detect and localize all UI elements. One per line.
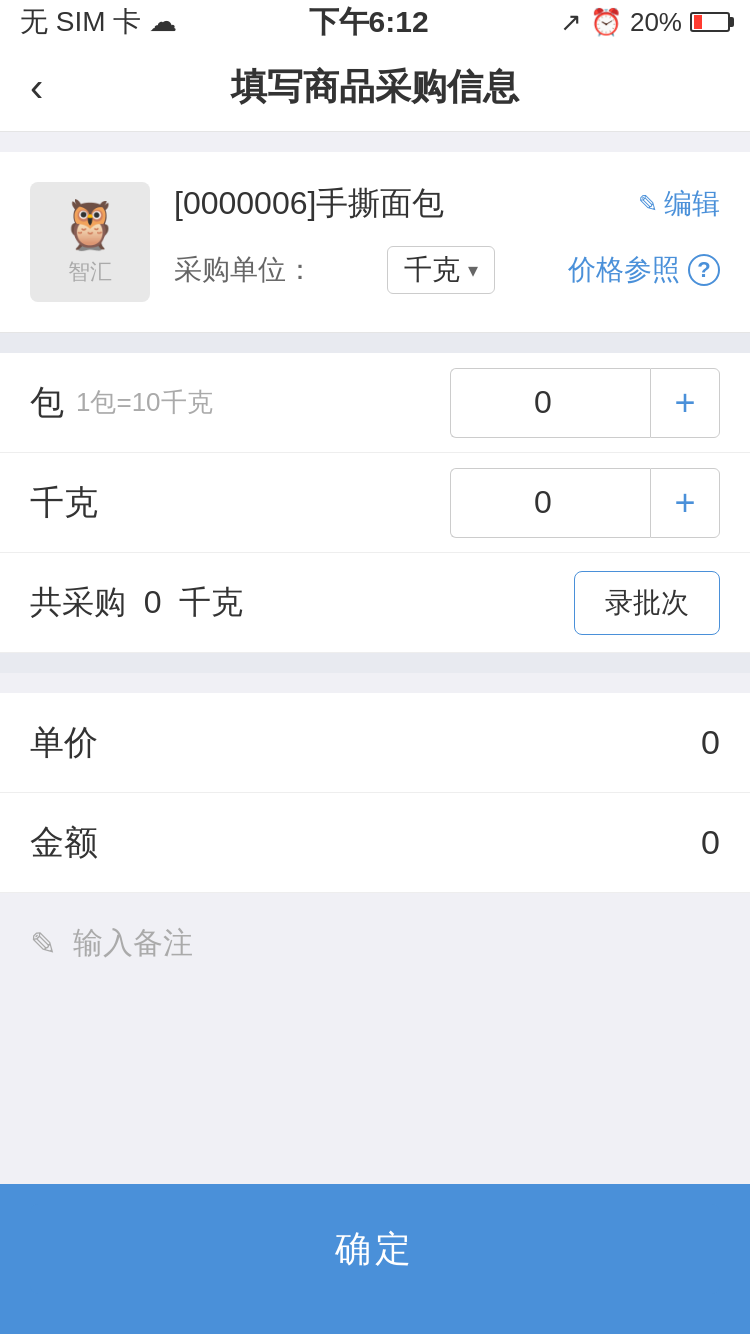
summary-value: 0 (144, 584, 162, 620)
separator-1 (0, 333, 750, 353)
help-icon: ? (688, 254, 720, 286)
batch-record-button[interactable]: 录批次 (574, 571, 720, 635)
price-row: 单价 0 (0, 693, 750, 793)
kg-plus-button[interactable]: + (650, 468, 720, 538)
unit-value: 千克 (404, 251, 460, 289)
bag-plus-button[interactable]: + (650, 368, 720, 438)
bag-hint: 1包=10千克 (76, 385, 213, 420)
bag-input-wrapper: + (450, 368, 720, 438)
bag-quantity-input[interactable] (450, 368, 650, 438)
price-ref-label: 价格参照 (568, 251, 680, 289)
product-name: [0000006]手撕面包 (174, 182, 444, 226)
location-icon: ↗ (560, 7, 582, 38)
edit-icon: ✎ (638, 190, 658, 218)
product-name-row: [0000006]手撕面包 ✎ 编辑 (174, 182, 720, 226)
note-section[interactable]: ✎ 输入备注 (0, 893, 750, 994)
status-right: ↗ ⏰ 20% (560, 7, 730, 38)
product-title: 手撕面包 (316, 185, 444, 221)
kg-label: 千克 (30, 480, 98, 526)
sim-status: 无 SIM 卡 ☁ (20, 3, 177, 41)
edit-button[interactable]: ✎ 编辑 (638, 185, 720, 223)
product-image-label: 智汇 (68, 257, 112, 287)
battery-tip (730, 17, 734, 27)
price-reference-button[interactable]: 价格参照 ? (568, 251, 720, 289)
status-time: 下午6:12 (309, 2, 429, 43)
summary-text: 共采购 0 千克 (30, 581, 544, 625)
battery-fill (694, 15, 702, 29)
note-placeholder: 输入备注 (73, 923, 193, 964)
product-info: [0000006]手撕面包 ✎ 编辑 采购单位： 千克 ▾ 价格参照 ? (174, 182, 720, 294)
amount-value: 0 (701, 823, 720, 862)
kg-input-row: 千克 + (0, 453, 750, 553)
price-label: 单价 (30, 720, 701, 766)
summary-row: 共采购 0 千克 录批次 (0, 553, 750, 653)
battery-percent: 20% (630, 7, 682, 38)
page-title: 填写商品采购信息 (231, 63, 519, 112)
confirm-btn-container: 确定 (0, 1184, 750, 1334)
input-section: 包 1包=10千克 + 千克 + 共采购 0 千克 录批次 (0, 353, 750, 653)
product-unit-row: 采购单位： 千克 ▾ 价格参照 ? (174, 246, 720, 294)
amount-label: 金额 (30, 820, 701, 866)
edit-label: 编辑 (664, 185, 720, 223)
back-button[interactable]: ‹ (30, 55, 63, 120)
alarm-icon: ⏰ (590, 7, 622, 38)
product-owl-icon: 🦉 (60, 197, 120, 253)
nav-bar: ‹ 填写商品采购信息 (0, 44, 750, 132)
product-image: 🦉 智汇 (30, 182, 150, 302)
unit-label: 采购单位： (174, 251, 314, 289)
detail-section: 单价 0 金额 0 (0, 693, 750, 893)
unit-select[interactable]: 千克 ▾ (387, 246, 495, 294)
chevron-down-icon: ▾ (468, 258, 478, 282)
summary-prefix: 共采购 (30, 584, 126, 620)
battery-icon (690, 12, 730, 32)
kg-input-wrapper: + (450, 468, 720, 538)
product-code: [0000006] (174, 185, 316, 221)
confirm-button[interactable]: 确定 (30, 1204, 720, 1294)
bag-input-row: 包 1包=10千克 + (0, 353, 750, 453)
kg-quantity-input[interactable] (450, 468, 650, 538)
status-left: 无 SIM 卡 ☁ (20, 3, 177, 41)
pencil-icon: ✎ (30, 925, 57, 963)
product-card: 🦉 智汇 [0000006]手撕面包 ✎ 编辑 采购单位： 千克 ▾ 价格参照 … (0, 152, 750, 333)
status-bar: 无 SIM 卡 ☁ 下午6:12 ↗ ⏰ 20% (0, 0, 750, 44)
bag-label: 包 (30, 380, 64, 426)
price-value: 0 (701, 723, 720, 762)
separator-2 (0, 653, 750, 673)
summary-unit: 千克 (179, 584, 243, 620)
amount-row: 金额 0 (0, 793, 750, 893)
